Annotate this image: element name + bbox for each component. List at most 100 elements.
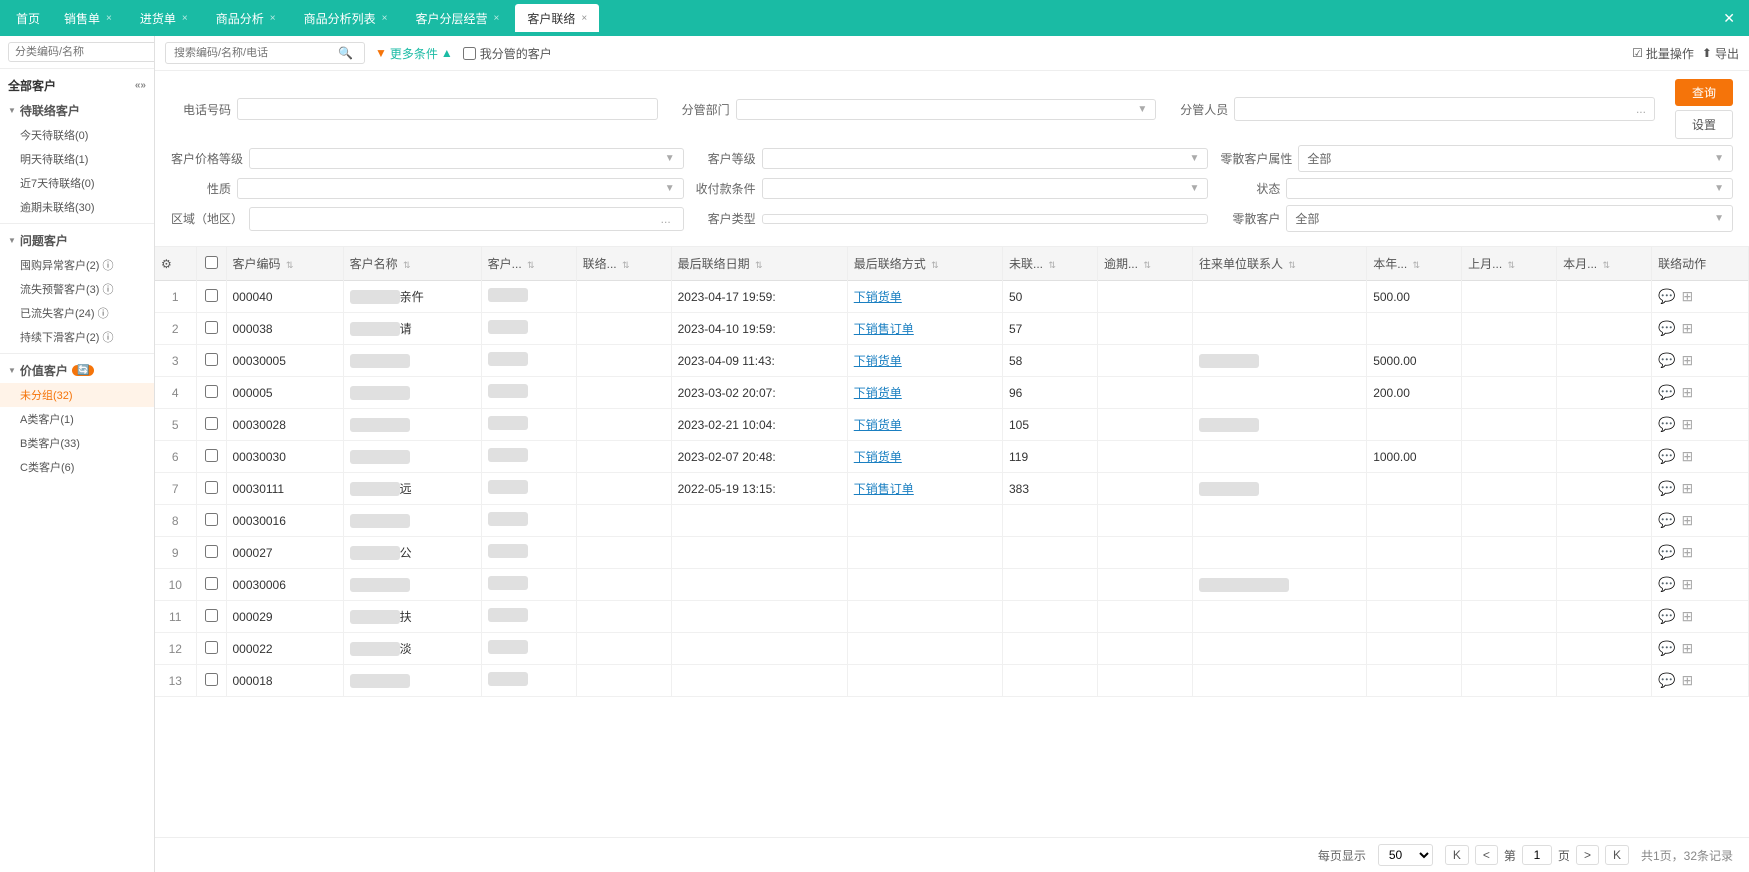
contact-type-link[interactable]: 下销货单 (854, 354, 902, 368)
all-customers-header[interactable]: 全部客户 «» (0, 69, 154, 98)
col-company-contact[interactable]: 往来单位联系人 ⇅ (1192, 247, 1366, 281)
action-grid-icon[interactable]: ⊞ (1682, 480, 1694, 497)
search-icon[interactable]: 🔍 (338, 46, 353, 60)
sidebar-collapse-icon[interactable]: «» (135, 80, 146, 91)
action-grid-icon[interactable]: ⊞ (1682, 576, 1694, 593)
filter-payment-select[interactable]: ▼ (762, 178, 1209, 199)
action-message-icon[interactable]: 💬 (1658, 448, 1675, 465)
action-grid-icon[interactable]: ⊞ (1682, 544, 1694, 561)
nav-tab-purchase[interactable]: 进货单 × (128, 4, 200, 32)
action-message-icon[interactable]: 💬 (1658, 640, 1675, 657)
nav-tab-analysis-list-close[interactable]: × (382, 13, 388, 24)
col-contact[interactable]: 联络... ⇅ (576, 247, 671, 281)
last-page-btn[interactable]: K (1605, 845, 1629, 865)
row-checkbox[interactable] (205, 609, 218, 622)
filter-person-select[interactable]: ... (1234, 97, 1655, 121)
col-last-month[interactable]: 上月... ⇅ (1462, 247, 1557, 281)
action-message-icon[interactable]: 💬 (1658, 544, 1675, 561)
sidebar-item-class-c[interactable]: C类客户(6) (0, 455, 154, 479)
contact-type-link[interactable]: 下销售订单 (854, 322, 914, 336)
col-code[interactable]: 客户编码 ⇅ (226, 247, 343, 281)
filter-price-level-select[interactable]: ▼ (249, 148, 684, 169)
sidebar-item-tomorrow-pending[interactable]: 明天待联络(1) (0, 147, 154, 171)
nav-tab-customer-tier[interactable]: 客户分层经营 × (403, 4, 511, 32)
more-conditions-btn[interactable]: ▼ 更多条件 ▲ (375, 45, 453, 62)
row-checkbox[interactable] (205, 385, 218, 398)
contact-type-link[interactable]: 下销货单 (854, 418, 902, 432)
action-grid-icon[interactable]: ⊞ (1682, 288, 1694, 305)
contact-type-link[interactable]: 下销售订单 (854, 482, 914, 496)
nav-tab-analysis-close[interactable]: × (270, 13, 276, 24)
col-overdue[interactable]: 逾期... ⇅ (1097, 247, 1192, 281)
sidebar-item-churned[interactable]: 已流失客户(24) ⓘ (0, 301, 154, 325)
action-message-icon[interactable]: 💬 (1658, 512, 1675, 529)
export-btn[interactable]: ⬆ 导出 (1702, 45, 1739, 62)
sidebar-item-7day-pending[interactable]: 近7天待联络(0) (0, 171, 154, 195)
nav-tab-customer-tier-close[interactable]: × (493, 13, 499, 24)
nav-tab-sales-close[interactable]: × (106, 13, 112, 24)
row-checkbox[interactable] (205, 417, 218, 430)
sidebar-item-overdue-pending[interactable]: 逾期未联络(30) (0, 195, 154, 219)
action-grid-icon[interactable]: ⊞ (1682, 672, 1694, 689)
category-search-input[interactable] (8, 42, 155, 62)
row-checkbox[interactable] (205, 353, 218, 366)
action-message-icon[interactable]: 💬 (1658, 288, 1675, 305)
filter-gender-select[interactable]: ▼ (237, 178, 684, 199)
select-all-checkbox[interactable] (205, 256, 218, 269)
nav-tab-analysis-list[interactable]: 商品分析列表 × (292, 4, 400, 32)
first-page-btn[interactable]: K (1445, 845, 1469, 865)
filter-area-select[interactable]: ... (249, 207, 684, 231)
action-grid-icon[interactable]: ⊞ (1682, 640, 1694, 657)
nav-tab-customer-contact[interactable]: 客户联络 × (515, 4, 599, 32)
action-grid-icon[interactable]: ⊞ (1682, 352, 1694, 369)
contact-type-link[interactable]: 下销货单 (854, 386, 902, 400)
nav-tab-analysis[interactable]: 商品分析 × (204, 4, 288, 32)
filter-person-dots[interactable]: ... (1636, 102, 1646, 116)
action-grid-icon[interactable]: ⊞ (1682, 512, 1694, 529)
col-type[interactable]: 客户... ⇅ (481, 247, 576, 281)
action-grid-icon[interactable]: ⊞ (1682, 608, 1694, 625)
filter-area-dots[interactable]: ... (661, 212, 671, 226)
page-number-input[interactable] (1522, 845, 1552, 865)
contact-type-link[interactable]: 下销货单 (854, 450, 902, 464)
col-settings[interactable]: ⚙ (155, 247, 196, 281)
reset-button[interactable]: 设置 (1675, 110, 1733, 139)
filter-dept-select[interactable]: ▼ (736, 99, 1157, 120)
action-message-icon[interactable]: 💬 (1658, 416, 1675, 433)
filter-status-select[interactable]: ▼ (1286, 178, 1733, 199)
nav-home[interactable]: 首页 (8, 10, 48, 27)
row-checkbox[interactable] (205, 577, 218, 590)
col-this-month[interactable]: 本月... ⇅ (1557, 247, 1652, 281)
sidebar-item-ungrouped[interactable]: 未分组(32) (0, 383, 154, 407)
action-grid-icon[interactable]: ⊞ (1682, 416, 1694, 433)
sidebar-item-today-pending[interactable]: 今天待联络(0) (0, 123, 154, 147)
row-checkbox[interactable] (205, 321, 218, 334)
batch-ops-btn[interactable]: ☑ 批量操作 (1632, 45, 1694, 62)
filter-customer-level-select[interactable]: ▼ (762, 148, 1209, 169)
action-message-icon[interactable]: 💬 (1658, 608, 1675, 625)
sidebar-item-abnormal[interactable]: 囤购异常客户(2) ⓘ (0, 253, 154, 277)
sidebar-item-churn-warning[interactable]: 流失预警客户(3) ⓘ (0, 277, 154, 301)
search-input[interactable] (174, 47, 334, 59)
next-page-btn[interactable]: > (1576, 845, 1599, 865)
row-checkbox[interactable] (205, 481, 218, 494)
filter-retail-attr-select[interactable]: 全部 ▼ (1298, 145, 1733, 172)
page-size-select[interactable]: 50 20 100 (1378, 844, 1433, 866)
filter-phone-input[interactable] (237, 98, 658, 120)
row-checkbox[interactable] (205, 289, 218, 302)
prev-page-btn[interactable]: < (1475, 845, 1498, 865)
action-message-icon[interactable]: 💬 (1658, 480, 1675, 497)
action-grid-icon[interactable]: ⊞ (1682, 448, 1694, 465)
window-close-button[interactable]: ✕ (1717, 10, 1741, 27)
group-problem-customers[interactable]: ▼ 问题客户 (0, 228, 154, 253)
action-grid-icon[interactable]: ⊞ (1682, 384, 1694, 401)
contact-type-link[interactable]: 下销货单 (854, 290, 902, 304)
group-value-customers[interactable]: ▼ 价值客户 🔄 (0, 358, 154, 383)
row-checkbox[interactable] (205, 513, 218, 526)
action-message-icon[interactable]: 💬 (1658, 320, 1675, 337)
my-customers-checkbox[interactable] (463, 47, 476, 60)
col-this-year[interactable]: 本年... ⇅ (1367, 247, 1462, 281)
col-last-date[interactable]: 最后联络日期 ⇅ (671, 247, 847, 281)
settings-icon[interactable]: ⚙ (161, 257, 172, 271)
query-button[interactable]: 查询 (1675, 79, 1733, 106)
